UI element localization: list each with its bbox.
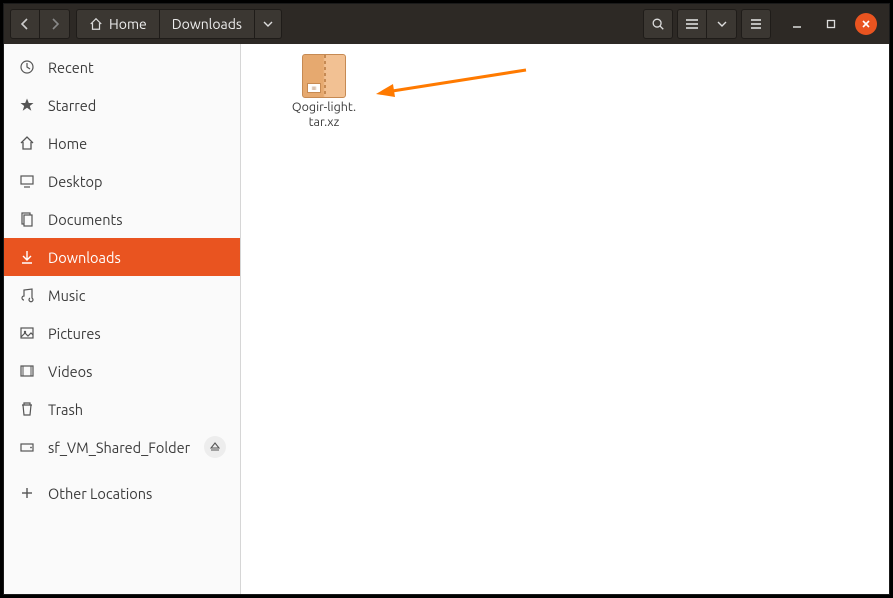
path-segment-home[interactable]: Home (76, 9, 160, 39)
list-view-button[interactable] (677, 9, 707, 39)
sidebar-item-other-locations[interactable]: Other Locations (4, 474, 240, 512)
hamburger-menu-button[interactable] (741, 9, 771, 39)
sidebar-item-pictures[interactable]: Pictures (4, 314, 240, 352)
desktop-icon (18, 173, 36, 189)
annotation-arrow (371, 62, 531, 102)
view-options-button[interactable] (707, 9, 737, 39)
sidebar-item-label: Home (48, 135, 87, 152)
sidebar-item-starred[interactable]: Starred (4, 86, 240, 124)
window-body: Recent Starred Home Desktop (4, 44, 889, 594)
sidebar-item-label: Trash (48, 401, 83, 418)
home-icon (89, 17, 103, 31)
menu-icon (749, 18, 763, 30)
sidebar-item-label: sf_VM_Shared_Folder (48, 439, 190, 456)
documents-icon (18, 211, 36, 227)
sidebar-item-music[interactable]: Music (4, 276, 240, 314)
music-icon (18, 287, 36, 303)
downloads-icon (18, 249, 36, 265)
sidebar-item-documents[interactable]: Documents (4, 200, 240, 238)
toolbar-right (643, 9, 883, 39)
back-button[interactable] (10, 9, 40, 39)
maximize-button[interactable] (821, 14, 841, 34)
maximize-icon (825, 18, 837, 30)
sidebar-item-videos[interactable]: Videos (4, 352, 240, 390)
path-segment-current[interactable]: Downloads (160, 9, 255, 39)
trash-icon (18, 401, 36, 417)
content-pane[interactable]: IIII Qogir-light. tar.xz (241, 44, 889, 594)
file-name-label: Qogir-light. tar.xz (292, 100, 356, 130)
sidebar-item-label: Other Locations (48, 485, 152, 502)
close-icon (861, 19, 871, 29)
minimize-icon (791, 18, 803, 30)
archive-icon: IIII (302, 54, 346, 98)
list-icon (685, 18, 699, 30)
sidebar-item-trash[interactable]: Trash (4, 390, 240, 428)
sidebar-item-shared-folder[interactable]: sf_VM_Shared_Folder (4, 428, 240, 466)
pictures-icon (18, 325, 36, 341)
eject-button[interactable] (204, 436, 226, 458)
sidebar-item-label: Music (48, 287, 85, 304)
titlebar: Home Downloads (4, 4, 889, 44)
sidebar-item-recent[interactable]: Recent (4, 48, 240, 86)
sidebar-item-label: Documents (48, 211, 123, 228)
sidebar: Recent Starred Home Desktop (4, 44, 241, 594)
sidebar-item-label: Downloads (48, 249, 121, 266)
eject-icon (210, 442, 220, 452)
caret-down-icon (263, 21, 273, 27)
nav-buttons (10, 9, 70, 39)
chevron-left-icon (20, 18, 30, 30)
search-icon (651, 17, 665, 31)
file-item[interactable]: IIII Qogir-light. tar.xz (277, 54, 371, 130)
sidebar-item-label: Desktop (48, 173, 102, 190)
sidebar-item-label: Pictures (48, 325, 101, 342)
plus-icon (18, 486, 36, 500)
sidebar-item-home[interactable]: Home (4, 124, 240, 162)
path-bar: Home Downloads (76, 9, 282, 39)
caret-down-icon (717, 21, 727, 27)
search-button[interactable] (643, 9, 673, 39)
path-segment-label: Home (109, 16, 147, 32)
clock-icon (18, 59, 36, 75)
minimize-button[interactable] (787, 14, 807, 34)
drive-icon (18, 439, 36, 455)
sidebar-item-downloads[interactable]: Downloads (4, 238, 240, 276)
sidebar-item-desktop[interactable]: Desktop (4, 162, 240, 200)
path-menu-button[interactable] (255, 9, 282, 39)
home-icon (18, 135, 36, 151)
sidebar-item-label: Videos (48, 363, 92, 380)
path-segment-label: Downloads (172, 16, 242, 32)
star-icon (18, 97, 36, 113)
forward-button[interactable] (40, 9, 70, 39)
videos-icon (18, 363, 36, 379)
sidebar-item-label: Starred (48, 97, 96, 114)
window-controls (787, 13, 877, 35)
close-button[interactable] (855, 13, 877, 35)
chevron-right-icon (50, 18, 60, 30)
view-mode-group (677, 9, 737, 39)
sidebar-item-label: Recent (48, 59, 94, 76)
file-manager-window: Home Downloads (3, 3, 890, 595)
